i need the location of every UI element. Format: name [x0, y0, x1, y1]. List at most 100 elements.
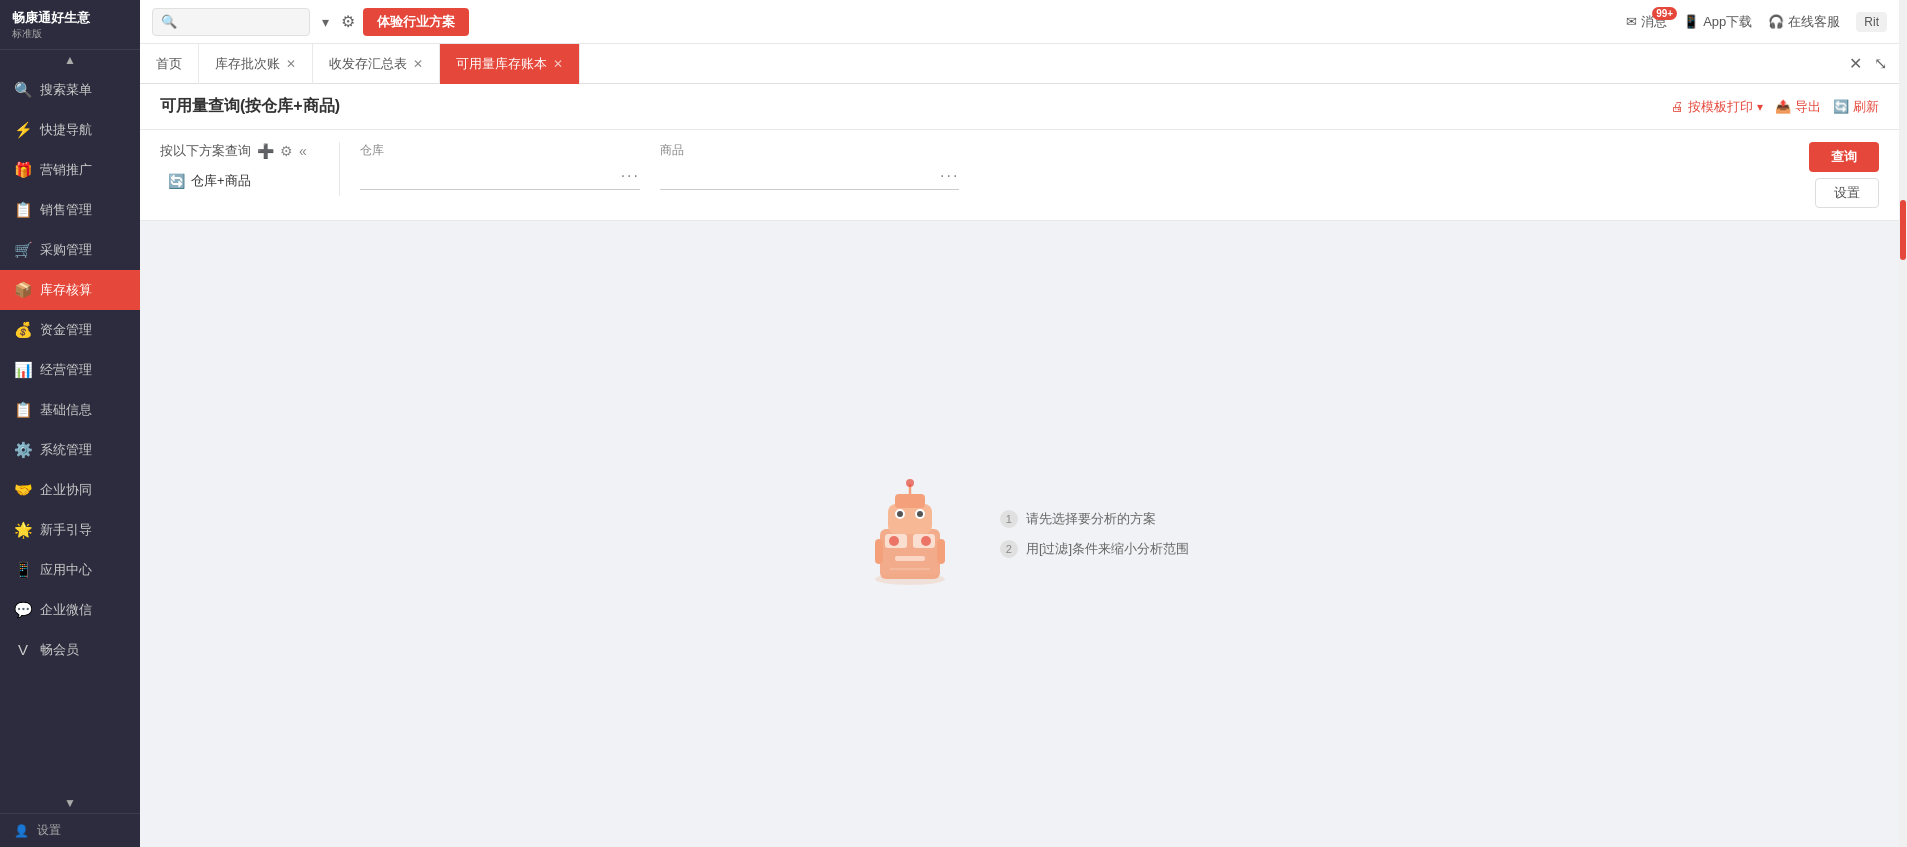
search-dropdown[interactable]: ▾	[318, 14, 333, 30]
tab-batch-account-close[interactable]: ✕	[286, 57, 296, 71]
export-btn[interactable]: 📤 导出	[1775, 98, 1821, 116]
page-title: 可用量查询(按仓库+商品)	[160, 96, 340, 117]
sidebar-item-inventory[interactable]: 📦 库存核算	[0, 270, 140, 310]
search-nav-icon: 🔍	[14, 81, 32, 99]
tab-expand-btn[interactable]: ⤡	[1870, 50, 1891, 77]
sidebar-bottom-icon: 👤	[14, 824, 29, 838]
app-download-btn[interactable]: 📱 App下载	[1683, 13, 1752, 31]
product-more-icon[interactable]: ···	[940, 167, 959, 185]
sidebar-item-sales[interactable]: 📋 销售管理	[0, 190, 140, 230]
right-scrollbar[interactable]	[1899, 0, 1907, 847]
print-icon: 🖨	[1671, 99, 1684, 114]
refresh-btn[interactable]: 🔄 刷新	[1833, 98, 1879, 116]
filter-option-warehouse-product[interactable]: 🔄 仓库+商品	[160, 166, 327, 196]
product-input-field[interactable]	[660, 169, 940, 184]
sidebar-item-purchase[interactable]: 🛒 采购管理	[0, 230, 140, 270]
setting-button[interactable]: 设置	[1815, 178, 1879, 208]
filter-setting-icon[interactable]: ⚙	[280, 143, 293, 159]
sidebar-item-finance[interactable]: 💰 资金管理	[0, 310, 140, 350]
svg-point-4	[889, 536, 899, 546]
filter-add-icon[interactable]: ➕	[257, 143, 274, 159]
filter-section-label: 按以下方案查询	[160, 142, 251, 160]
sidebar-item-search[interactable]: 🔍 搜索菜单	[0, 70, 140, 110]
warehouse-more-icon[interactable]: ···	[621, 167, 640, 185]
query-button[interactable]: 查询	[1809, 142, 1879, 172]
tab-close-all-btn[interactable]: ✕	[1845, 50, 1866, 77]
system-icon: ⚙️	[14, 441, 32, 459]
sidebar-item-operation[interactable]: 📊 经营管理	[0, 350, 140, 390]
filter-left-header: 按以下方案查询 ➕ ⚙ «	[160, 142, 327, 160]
shortcut-icon: ⚡	[14, 121, 32, 139]
filter-collapse-icon[interactable]: «	[299, 143, 307, 159]
tab-available-stock-close[interactable]: ✕	[553, 57, 563, 71]
operation-icon: 📊	[14, 361, 32, 379]
sidebar-item-corpwechat[interactable]: 💬 企业微信	[0, 590, 140, 630]
svg-rect-6	[895, 556, 925, 561]
marketing-icon: 🎁	[14, 161, 32, 179]
filter-product-input[interactable]: ···	[660, 163, 959, 190]
message-btn[interactable]: ✉ 消息 99+	[1626, 13, 1667, 31]
sidebar-item-shortcut[interactable]: ⚡ 快捷导航	[0, 110, 140, 150]
page-title-actions: 🖨 按模板打印 ▾ 📤 导出 🔄 刷新	[1671, 98, 1879, 116]
svg-point-12	[906, 479, 914, 487]
sidebar-item-enterprise[interactable]: 🤝 企业协同	[0, 470, 140, 510]
user-menu[interactable]: Rit	[1856, 12, 1887, 32]
tab-home[interactable]: 首页	[140, 44, 199, 84]
app-sub: 标准版	[12, 27, 128, 41]
filter-warehouse-label: 仓库	[360, 142, 640, 159]
sidebar-scroll-down[interactable]: ▼	[0, 793, 140, 813]
sidebar-nav: 🔍 搜索菜单 ⚡ 快捷导航 🎁 营销推广 📋 销售管理 🛒 采购管理 📦 库存核…	[0, 70, 140, 793]
phone-icon: 📱	[1683, 14, 1699, 29]
step-2-num: 2	[1000, 540, 1018, 558]
message-badge: 99+	[1652, 7, 1677, 20]
sidebar-item-appcenter[interactable]: 📱 应用中心	[0, 550, 140, 590]
message-icon: ✉	[1626, 14, 1637, 29]
sidebar-item-basic[interactable]: 📋 基础信息	[0, 390, 140, 430]
member-icon: V	[14, 641, 32, 659]
filter-actions: 查询 设置	[1809, 142, 1879, 208]
filter-product-label: 商品	[660, 142, 959, 159]
sidebar-item-member[interactable]: V 畅会员	[0, 630, 140, 670]
warehouse-input-field[interactable]	[360, 169, 621, 184]
filter-left-panel: 按以下方案查询 ➕ ⚙ « 🔄 仓库+商品	[160, 142, 340, 196]
search-input[interactable]	[181, 15, 301, 29]
gear-icon[interactable]: ⚙	[341, 12, 355, 31]
appcenter-icon: 📱	[14, 561, 32, 579]
export-icon: 📤	[1775, 99, 1791, 114]
sidebar-bottom-label: 设置	[37, 822, 61, 839]
tab-bar: 首页 库存批次账 ✕ 收发存汇总表 ✕ 可用量库存账本 ✕ ✕ ⤡	[140, 44, 1899, 84]
filter-warehouse-input[interactable]: ···	[360, 163, 640, 190]
scrollbar-thumb[interactable]	[1900, 200, 1906, 260]
empty-step-1: 1 请先选择要分析的方案	[1000, 510, 1189, 528]
tab-collect-summary[interactable]: 收发存汇总表 ✕	[313, 44, 440, 84]
basic-icon: 📋	[14, 401, 32, 419]
sidebar-scroll-up[interactable]: ▲	[0, 50, 140, 70]
print-dropdown-icon[interactable]: ▾	[1757, 100, 1763, 114]
svg-rect-8	[937, 539, 945, 564]
filter-field-product: 商品 ···	[660, 142, 959, 190]
sidebar-bottom[interactable]: 👤 设置	[0, 813, 140, 847]
finance-icon: 💰	[14, 321, 32, 339]
enterprise-icon: 🤝	[14, 481, 32, 499]
tab-available-stock[interactable]: 可用量库存账本 ✕	[440, 44, 580, 84]
svg-rect-7	[875, 539, 883, 564]
sidebar-item-newuser[interactable]: 🌟 新手引导	[0, 510, 140, 550]
filter-area: 按以下方案查询 ➕ ⚙ « 🔄 仓库+商品 仓库 ···	[140, 130, 1899, 221]
print-btn[interactable]: 🖨 按模板打印 ▾	[1671, 98, 1763, 116]
sidebar-item-marketing[interactable]: 🎁 营销推广	[0, 150, 140, 190]
tab-batch-account[interactable]: 库存批次账 ✕	[199, 44, 313, 84]
svg-point-15	[897, 511, 903, 517]
step-1-num: 1	[1000, 510, 1018, 528]
corpwechat-icon: 💬	[14, 601, 32, 619]
top-search-box[interactable]: 🔍	[152, 8, 310, 36]
svg-point-16	[917, 511, 923, 517]
online-service-btn[interactable]: 🎧 在线客服	[1768, 13, 1840, 31]
page-content: 可用量查询(按仓库+商品) 🖨 按模板打印 ▾ 📤 导出 🔄 刷新	[140, 84, 1899, 847]
trial-btn[interactable]: 体验行业方案	[363, 8, 469, 36]
sidebar-item-system[interactable]: ⚙️ 系统管理	[0, 430, 140, 470]
filter-option-icon: 🔄	[168, 173, 185, 189]
inventory-icon: 📦	[14, 281, 32, 299]
tab-bar-right: ✕ ⤡	[1845, 50, 1899, 77]
tab-collect-summary-close[interactable]: ✕	[413, 57, 423, 71]
empty-state: 1 请先选择要分析的方案 2 用[过滤]条件来缩小分析范围	[140, 221, 1899, 847]
